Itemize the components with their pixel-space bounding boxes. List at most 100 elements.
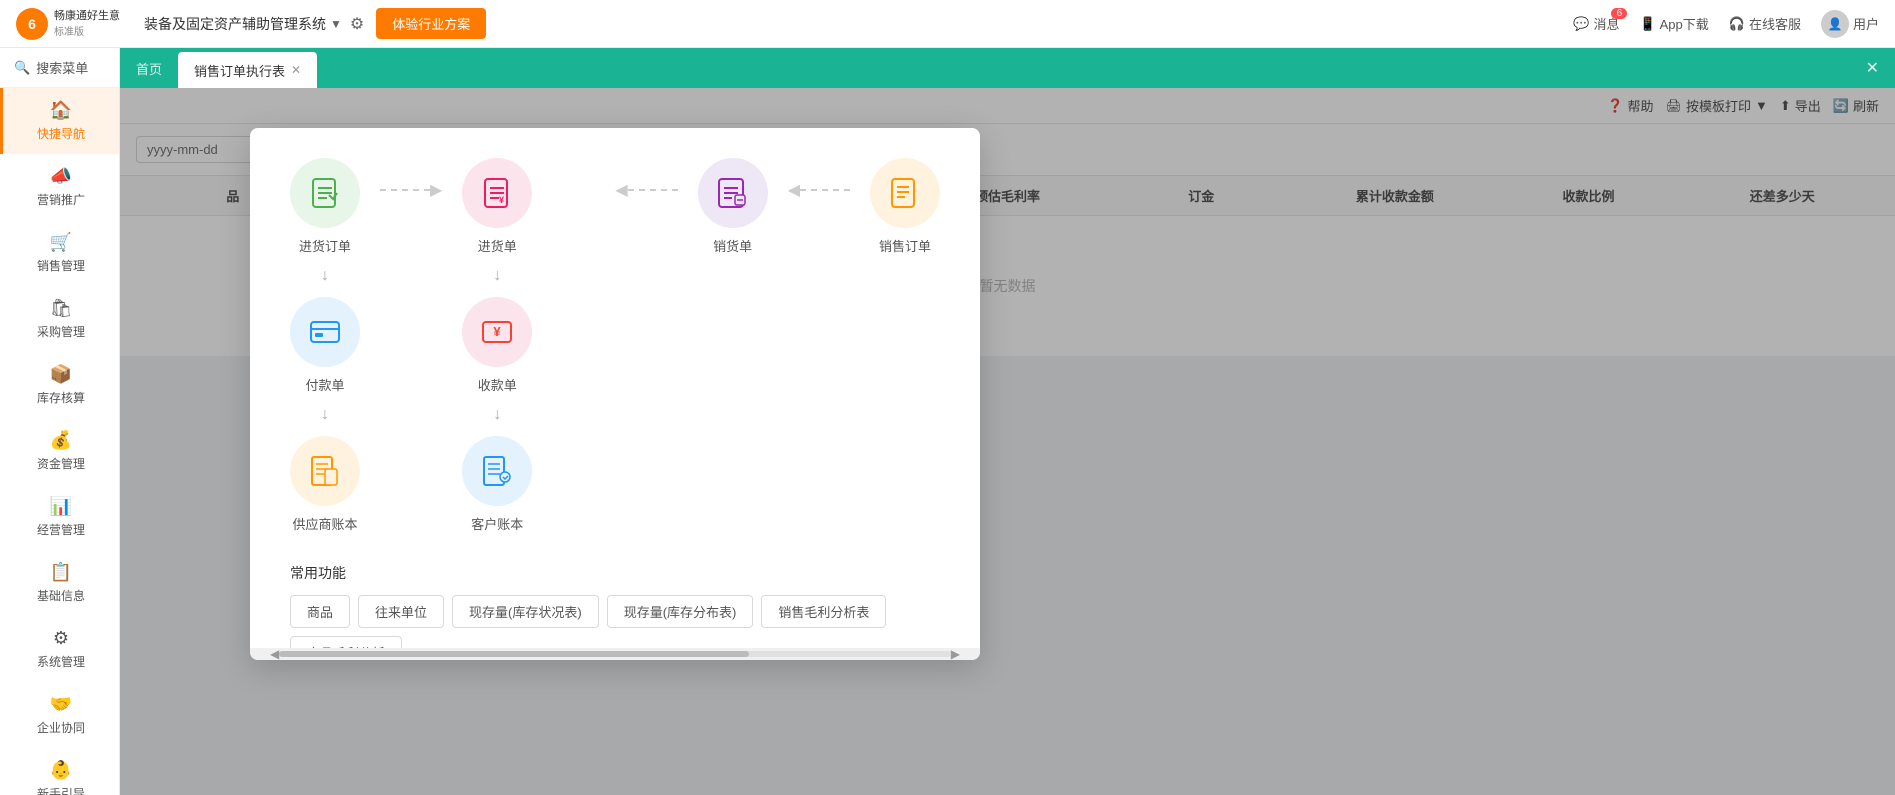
online-service-button[interactable]: 🎧 在线客服 xyxy=(1729,14,1801,33)
scroll-right-arrow[interactable]: ▶ xyxy=(951,647,960,660)
cf-btn-stock-dist[interactable]: 现存量(库存分布表) xyxy=(607,595,754,628)
message-icon: 💬 xyxy=(1573,16,1589,32)
gear-button[interactable]: ⚙ xyxy=(350,14,364,34)
customer-account-label: 客户账本 xyxy=(471,514,523,533)
tab-home-label: 首页 xyxy=(136,59,162,78)
app-download-button[interactable]: 📱 App下载 xyxy=(1639,14,1708,33)
sidebar-item-operation[interactable]: 📊 经营管理 xyxy=(0,484,119,550)
cf-btn-sales-profit[interactable]: 销售毛利分析表 xyxy=(761,595,886,628)
svg-text:¥: ¥ xyxy=(494,324,502,339)
top-header: 6 畅康通好生意 标准版 装备及固定资产辅助管理系统 ▼ ⚙ 体验行业方案 💬 … xyxy=(0,0,1895,48)
flow-node-purchase-bill[interactable]: ¥ 进货单 xyxy=(462,158,532,255)
popup-content: 进货订单 ↓ xyxy=(250,128,980,648)
sidebar-item-inventory[interactable]: 📦 库存核算 xyxy=(0,352,119,418)
common-functions-title: 常用功能 xyxy=(290,563,940,583)
sidebar-label-finance: 资金管理 xyxy=(37,455,85,472)
supplier-account-label: 供应商账本 xyxy=(292,514,357,533)
supplier-circle xyxy=(290,436,360,506)
tab-bar: 首页 销售订单执行表 ✕ ✕ xyxy=(120,48,1895,88)
sidebar-item-finance[interactable]: 💰 资金管理 xyxy=(0,418,119,484)
online-service-label: 在线客服 xyxy=(1749,14,1801,33)
finance-icon: 💰 xyxy=(50,430,72,451)
overlay[interactable]: 进货订单 ↓ xyxy=(120,88,1895,795)
payment-circle xyxy=(290,297,360,367)
receipt-icon: ¥ xyxy=(479,314,515,350)
flow-node-customer-account[interactable]: 客户账本 xyxy=(462,436,532,533)
tab-sales-order[interactable]: 销售订单执行表 ✕ xyxy=(178,52,317,88)
main-layout: 🔍 搜索菜单 🏠 快捷导航 📣 营销推广 🛒 销售管理 🛍 采购管理 📦 库存核… xyxy=(0,48,1895,795)
common-function-buttons: 商品 往来单位 现存量(库存状况表) 现存量(库存分布表) 销售毛利分析表 商品… xyxy=(290,595,940,648)
operation-icon: 📊 xyxy=(50,496,72,517)
sidebar-item-quick-nav[interactable]: 🏠 快捷导航 xyxy=(0,88,119,154)
down-arrow-1: ↓ xyxy=(321,267,329,285)
tab-close-all-button[interactable]: ✕ xyxy=(1850,58,1895,78)
sidebar-item-basic[interactable]: 📋 基础信息 xyxy=(0,550,119,616)
svg-text:¥: ¥ xyxy=(499,195,504,205)
sidebar-label-system: 系统管理 xyxy=(37,653,85,670)
flow-node-supplier-account[interactable]: 供应商账本 xyxy=(290,436,360,533)
content-area: ❓ 帮助 🖨 按模板打印 ▼ ⬆ 导出 🔄 刷新 xyxy=(120,88,1895,795)
gear-icon: ⚙ xyxy=(350,16,364,33)
logo-area: 6 畅康通好生意 标准版 xyxy=(16,8,136,40)
payment-label: 付款单 xyxy=(305,375,344,394)
avatar: 👤 xyxy=(1821,10,1849,38)
sidebar-item-sales[interactable]: 🛒 销售管理 xyxy=(0,220,119,286)
sidebar-item-enterprise[interactable]: 🤝 企业协同 xyxy=(0,682,119,748)
purchase-bill-icon: ¥ xyxy=(479,175,515,211)
flow-node-sales-bill[interactable]: 销货单 xyxy=(698,158,768,255)
enterprise-icon: 🤝 xyxy=(50,694,72,715)
inventory-icon: 📦 xyxy=(50,364,72,385)
sidebar-item-system[interactable]: ⚙ 系统管理 xyxy=(0,616,119,682)
user-name: 用户 xyxy=(1853,14,1879,33)
purchase-bill-label: 进货单 xyxy=(478,236,517,255)
scrollbar-thumb xyxy=(279,651,749,657)
sales-order-circle xyxy=(870,158,940,228)
sidebar-label-basic: 基础信息 xyxy=(37,587,85,604)
sales-bill-circle xyxy=(698,158,768,228)
search-menu-button[interactable]: 🔍 搜索菜单 xyxy=(0,48,119,88)
newbie-icon: 👶 xyxy=(50,760,72,781)
app-download-label: App下载 xyxy=(1660,14,1709,33)
popup-scrollbar[interactable]: ◀ ▶ xyxy=(250,648,980,660)
service-icon: 🎧 xyxy=(1729,16,1745,32)
sidebar-label-quick-nav: 快捷导航 xyxy=(37,125,85,142)
trial-button[interactable]: 体验行业方案 xyxy=(376,8,486,39)
purchase-order-label: 进货订单 xyxy=(299,236,351,255)
logo-text: 畅康通好生意 xyxy=(54,9,120,23)
header-right: 💬 消息 6 📱 App下载 🎧 在线客服 👤 用户 xyxy=(1573,10,1879,38)
sidebar-item-newbie[interactable]: 👶 新手引导 xyxy=(0,748,119,795)
flow-node-receipt[interactable]: ¥ 收款单 xyxy=(462,297,532,394)
sidebar-label-purchase: 采购管理 xyxy=(37,323,85,340)
user-profile[interactable]: 👤 用户 xyxy=(1821,10,1879,38)
flow-node-payment[interactable]: 付款单 xyxy=(290,297,360,394)
flow-node-purchase-order[interactable]: 进货订单 xyxy=(290,158,360,255)
sidebar-label-sales: 销售管理 xyxy=(37,257,85,274)
purchase-icon: 🛍 xyxy=(50,298,73,319)
sidebar: 🔍 搜索菜单 🏠 快捷导航 📣 营销推广 🛒 销售管理 🛍 采购管理 📦 库存核… xyxy=(0,48,120,795)
sales-order-icon xyxy=(887,175,923,211)
flow-node-sales-order[interactable]: 销售订单 xyxy=(870,158,940,255)
sidebar-label-operation: 经营管理 xyxy=(37,521,85,538)
sidebar-item-purchase[interactable]: 🛍 采购管理 xyxy=(0,286,119,352)
message-badge: 6 xyxy=(1611,8,1627,19)
cf-btn-partner[interactable]: 往来单位 xyxy=(358,595,444,628)
message-button[interactable]: 💬 消息 6 xyxy=(1573,14,1619,33)
purchase-order-circle xyxy=(290,158,360,228)
receipt-circle: ¥ xyxy=(462,297,532,367)
scrollbar-track[interactable] xyxy=(279,651,951,657)
arrow-purchase: ▶ xyxy=(380,180,442,200)
arrow-sales-order: ◀ xyxy=(788,180,850,200)
cf-btn-stock-status[interactable]: 现存量(库存状况表) xyxy=(452,595,599,628)
dropdown-arrow-icon[interactable]: ▼ xyxy=(330,17,342,31)
tab-close-icon[interactable]: ✕ xyxy=(291,63,301,77)
cf-btn-product[interactable]: 商品 xyxy=(290,595,350,628)
sales-order-label: 销售订单 xyxy=(879,236,931,255)
sidebar-item-marketing[interactable]: 📣 营销推广 xyxy=(0,154,119,220)
cf-btn-product-profit[interactable]: 商品毛利分析 xyxy=(290,636,402,648)
tab-sales-order-label: 销售订单执行表 xyxy=(194,61,285,80)
sales-icon: 🛒 xyxy=(50,232,72,253)
home-icon: 🏠 xyxy=(50,100,72,121)
logo-sub: 标准版 xyxy=(54,23,120,38)
scroll-left-arrow[interactable]: ◀ xyxy=(270,647,279,660)
tab-home[interactable]: 首页 xyxy=(120,48,178,88)
